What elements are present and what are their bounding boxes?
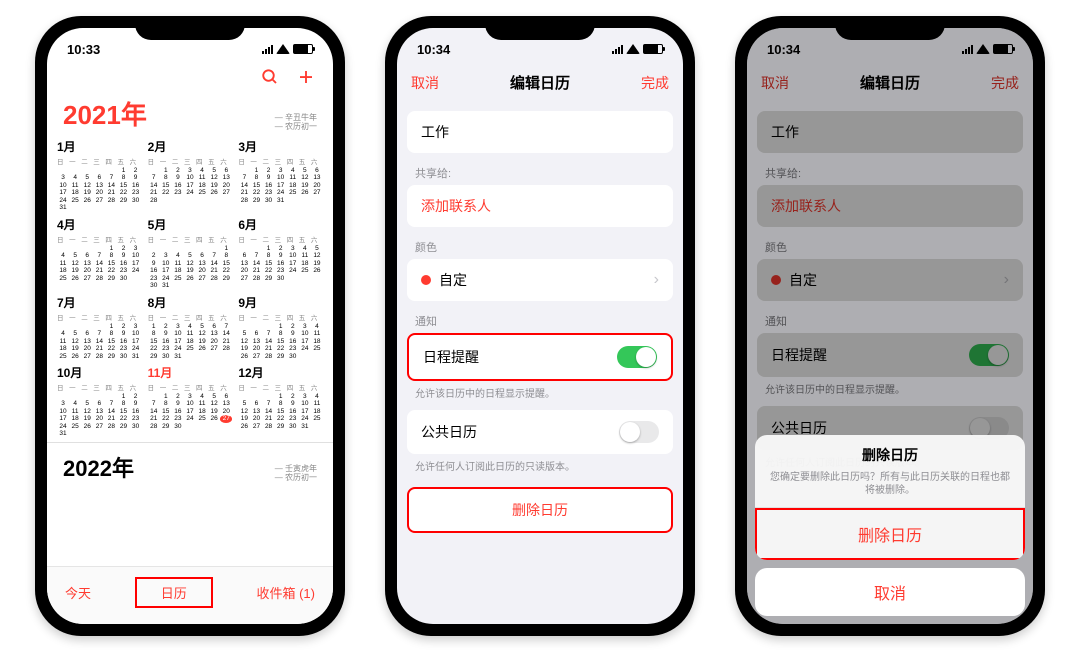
- notif-section-label: 通知: [397, 301, 683, 333]
- sheet-delete-button[interactable]: 删除日历: [755, 508, 1025, 560]
- add-contact-link: 添加联系人: [421, 196, 491, 216]
- year-header: 2021年 — 辛丑牛年 — 农历初一: [47, 93, 333, 138]
- status-time: 10:33: [67, 42, 100, 57]
- public-calendar-switch[interactable]: [619, 421, 659, 443]
- battery-icon: [643, 44, 663, 54]
- status-time: 10:34: [417, 42, 450, 57]
- next-year-title: 2022年: [63, 451, 134, 483]
- year-grid[interactable]: 1月日一二三四五六0000012345678910111213141516171…: [47, 138, 333, 438]
- wifi-icon: [276, 44, 290, 54]
- inbox-button[interactable]: 收件箱 (1): [256, 583, 315, 602]
- signal-icon: [612, 44, 623, 54]
- month-1[interactable]: 1月日一二三四五六0000012345678910111213141516171…: [57, 138, 142, 212]
- month-name: 1月: [57, 138, 142, 155]
- bottom-bar: 今天 日历 收件箱 (1): [47, 566, 333, 624]
- public-calendar-footnote: 允许任何人订阅此日历的只读版本。: [397, 454, 683, 473]
- search-icon[interactable]: [261, 68, 279, 91]
- add-contact-cell[interactable]: 添加联系人: [407, 185, 673, 227]
- nav-title: 编辑日历: [510, 72, 570, 93]
- month-name: 7月: [57, 294, 142, 311]
- month-name: 4月: [57, 216, 142, 233]
- color-section-label: 颜色: [397, 227, 683, 259]
- signal-icon: [262, 44, 273, 54]
- next-year-header: 2022年 — 壬寅虎年 — 农历初一: [47, 447, 333, 483]
- month-name: 2月: [148, 138, 233, 155]
- month-name: 3月: [238, 138, 323, 155]
- month-8[interactable]: 8月日一二三四五六1234567891011121314151617181920…: [148, 294, 233, 360]
- month-name: 5月: [148, 216, 233, 233]
- event-alerts-cell[interactable]: 日程提醒: [407, 333, 673, 381]
- divider: [47, 442, 333, 443]
- battery-icon: [293, 44, 313, 54]
- month-5[interactable]: 5月日一二三四五六0000001234567891011121314151617…: [148, 216, 233, 290]
- sheet-group: 删除日历 您确定要删除此日历吗？所有与此日历关联的日程也都将被删除。 删除日历: [755, 435, 1025, 560]
- month-name: 9月: [238, 294, 323, 311]
- year-meta: — 辛丑牛年 — 农历初一: [275, 113, 317, 132]
- phone-edit-calendar: 10:34 取消 编辑日历 完成 工作 共享给: 添加联系人 颜色 自定 ›: [385, 16, 695, 636]
- calendar-name-value: 工作: [421, 122, 449, 142]
- color-dot-icon: [421, 275, 431, 285]
- public-calendar-cell[interactable]: 公共日历: [407, 410, 673, 454]
- notch: [485, 16, 595, 40]
- notch: [135, 16, 245, 40]
- month-name: 8月: [148, 294, 233, 311]
- delete-calendar-button[interactable]: 删除日历: [407, 487, 673, 533]
- calendars-button[interactable]: 日历: [135, 577, 213, 608]
- notch: [835, 16, 945, 40]
- event-alerts-label: 日程提醒: [423, 347, 479, 367]
- public-calendar-label: 公共日历: [421, 422, 477, 442]
- month-name: 10月: [57, 364, 142, 381]
- screen-year-view: 10:33 2021年 — 辛丑牛年 — 农历初一 1月日一二三四五六00000…: [47, 28, 333, 624]
- action-sheet: 删除日历 您确定要删除此日历吗？所有与此日历关联的日程也都将被删除。 删除日历 …: [755, 435, 1025, 616]
- month-name: 6月: [238, 216, 323, 233]
- nav-bar: 取消 编辑日历 完成: [397, 62, 683, 103]
- status-right: [612, 44, 663, 54]
- top-toolbar: [47, 62, 333, 93]
- month-name: 11月: [148, 364, 233, 381]
- phone-delete-confirm: 10:34 取消 编辑日历 完成 工作 共享给: 添加联系人 颜色: [735, 16, 1045, 636]
- phone-calendar-year: 10:33 2021年 — 辛丑牛年 — 农历初一 1月日一二三四五六00000…: [35, 16, 345, 636]
- month-6[interactable]: 6月日一二三四五六0012345678910111213141516171819…: [238, 216, 323, 290]
- screen-delete-confirm: 10:34 取消 编辑日历 完成 工作 共享给: 添加联系人 颜色: [747, 28, 1033, 624]
- done-button[interactable]: 完成: [641, 73, 669, 93]
- month-2[interactable]: 2月日一二三四五六0123456789101112131415161718192…: [148, 138, 233, 212]
- sheet-cancel-button[interactable]: 取消: [755, 568, 1025, 616]
- month-9[interactable]: 9月日一二三四五六0001234567891011121314151617181…: [238, 294, 323, 360]
- chevron-right-icon: ›: [654, 271, 659, 289]
- status-right: [262, 44, 313, 54]
- cancel-button[interactable]: 取消: [411, 73, 439, 93]
- today-button[interactable]: 今天: [65, 583, 91, 602]
- share-section-label: 共享给:: [397, 153, 683, 185]
- month-11[interactable]: 11月日一二三四五六012345678910111213141516171819…: [148, 364, 233, 438]
- month-name: 12月: [238, 364, 323, 381]
- month-10[interactable]: 10月日一二三四五六000001234567891011121314151617…: [57, 364, 142, 438]
- month-12[interactable]: 12月日一二三四五六000123456789101112131415161718…: [238, 364, 323, 438]
- add-event-icon[interactable]: [297, 68, 315, 91]
- next-year-meta: — 壬寅虎年 — 农历初一: [275, 464, 317, 483]
- color-cell[interactable]: 自定 ›: [407, 259, 673, 301]
- month-4[interactable]: 4月日一二三四五六0000123456789101112131415161718…: [57, 216, 142, 290]
- sheet-message: 您确定要删除此日历吗？所有与此日历关联的日程也都将被删除。: [755, 471, 1025, 508]
- event-alerts-footnote: 允许该日历中的日程显示提醒。: [397, 381, 683, 400]
- month-7[interactable]: 7月日一二三四五六0000123456789101112131415161718…: [57, 294, 142, 360]
- calendar-name-field[interactable]: 工作: [407, 111, 673, 153]
- month-3[interactable]: 3月日一二三四五六0123456789101112131415161718192…: [238, 138, 323, 212]
- color-value: 自定: [439, 270, 467, 290]
- sheet-title: 删除日历: [755, 435, 1025, 471]
- screen-edit-calendar: 10:34 取消 编辑日历 完成 工作 共享给: 添加联系人 颜色 自定 ›: [397, 28, 683, 624]
- wifi-icon: [626, 44, 640, 54]
- year-title: 2021年: [63, 95, 147, 132]
- event-alerts-switch[interactable]: [617, 346, 657, 368]
